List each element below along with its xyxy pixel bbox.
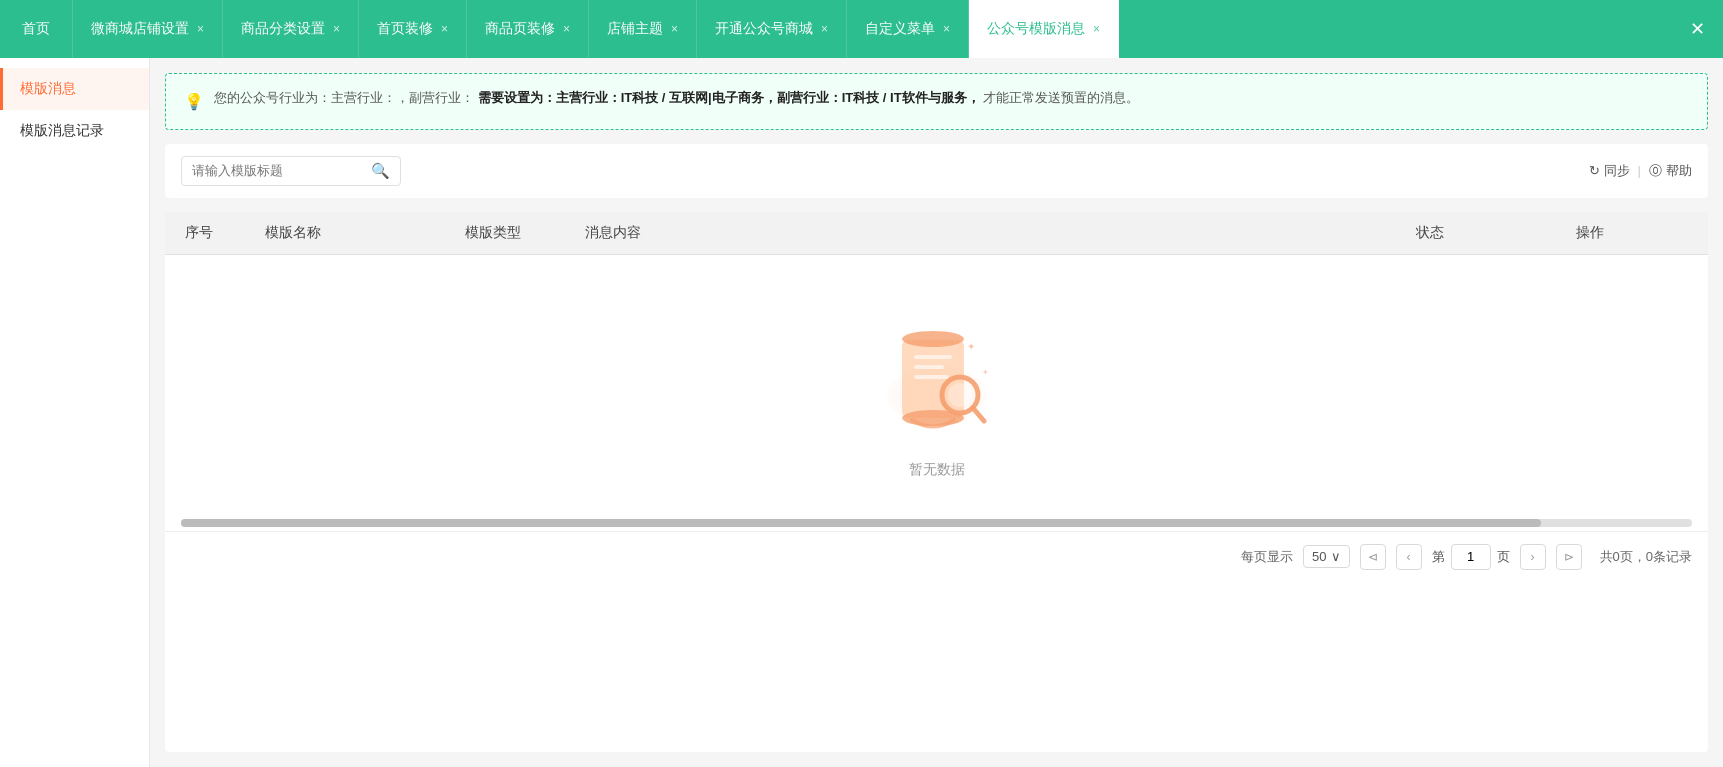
- svg-rect-5: [914, 365, 944, 369]
- help-label: 帮助: [1666, 162, 1692, 180]
- last-page-button[interactable]: ⊳: [1556, 544, 1582, 570]
- search-input[interactable]: [192, 163, 371, 178]
- sidebar-item-template-msg[interactable]: 模版消息: [0, 68, 149, 110]
- tab-label: 商品分类设置: [241, 20, 325, 38]
- total-info: 共0页，0条记录: [1600, 548, 1692, 566]
- tab-item-home[interactable]: 首页: [0, 0, 73, 58]
- col-header-content: 消息内容: [581, 224, 1412, 242]
- search-input-wrapper[interactable]: 🔍: [181, 156, 401, 186]
- tab-item-store-theme[interactable]: 店铺主题 ×: [589, 0, 697, 58]
- first-page-button[interactable]: ⊲: [1360, 544, 1386, 570]
- page-size-label: 每页显示: [1241, 548, 1293, 566]
- search-left: 🔍: [181, 156, 401, 186]
- sidebar-item-template-msg-record[interactable]: 模版消息记录: [0, 110, 149, 152]
- col-header-action: 操作: [1572, 224, 1692, 242]
- sync-icon: ↻: [1589, 163, 1600, 178]
- svg-rect-6: [914, 375, 949, 379]
- sync-button[interactable]: ↻ 同步: [1589, 162, 1630, 180]
- divider: |: [1638, 163, 1641, 178]
- scroll-track[interactable]: [181, 519, 1692, 527]
- col-header-type: 模版类型: [461, 224, 581, 242]
- pagination-area: 每页显示 50 ∨ ⊲ ‹ 第 页 › ⊳ 共0页，0条记录: [165, 531, 1708, 582]
- col-header-seq: 序号: [181, 224, 261, 242]
- svg-rect-4: [914, 355, 952, 359]
- tab-label: 首页装修: [377, 20, 433, 38]
- tab-close-icon[interactable]: ×: [441, 22, 448, 36]
- content-area: 💡 您的公众号行业为：主营行业：，副营行业： 需要设置为：主营行业：IT科技 /…: [150, 58, 1723, 767]
- tab-item-custom-menu[interactable]: 自定义菜单 ×: [847, 0, 969, 58]
- prev-page-button[interactable]: ‹: [1396, 544, 1422, 570]
- tab-item-template-msg[interactable]: 公众号模版消息 ×: [969, 0, 1119, 58]
- search-button[interactable]: 🔍: [371, 162, 390, 180]
- page-label-suffix: 页: [1497, 548, 1510, 566]
- help-icon: ⓪: [1649, 162, 1662, 180]
- notice-icon: 💡: [184, 89, 204, 115]
- svg-text:✦: ✦: [982, 368, 989, 377]
- tab-label: 微商城店铺设置: [91, 20, 189, 38]
- tab-close-icon[interactable]: ×: [821, 22, 828, 36]
- tab-bar: 首页微商城店铺设置×商品分类设置×首页装修×商品页装修×店铺主题×开通公众号商城…: [0, 0, 1723, 58]
- tab-label: 首页: [22, 20, 50, 38]
- close-all-button[interactable]: ✕: [1672, 0, 1723, 58]
- tab-label: 公众号模版消息: [987, 20, 1085, 38]
- sidebar: 模版消息模版消息记录: [0, 58, 150, 767]
- search-bar: 🔍 ↻ 同步 | ⓪ 帮助: [165, 144, 1708, 198]
- tab-item-micro-shop[interactable]: 微商城店铺设置 ×: [73, 0, 223, 58]
- table-header: 序号模版名称模版类型消息内容状态操作: [165, 212, 1708, 255]
- col-header-status: 状态: [1412, 224, 1572, 242]
- page-input-wrap: 第 页: [1432, 544, 1510, 570]
- help-button[interactable]: ⓪ 帮助: [1649, 162, 1692, 180]
- page-input[interactable]: [1451, 544, 1491, 570]
- svg-text:✦: ✦: [967, 341, 975, 352]
- tab-item-product-decor[interactable]: 商品页装修 ×: [467, 0, 589, 58]
- tab-item-homepage-decor[interactable]: 首页装修 ×: [359, 0, 467, 58]
- scroll-thumb: [181, 519, 1541, 527]
- page-size-value: 50: [1312, 549, 1326, 564]
- empty-text: 暂无数据: [909, 461, 965, 479]
- page-size-select[interactable]: 50 ∨: [1303, 545, 1349, 568]
- tab-label: 开通公众号商城: [715, 20, 813, 38]
- notice-box: 💡 您的公众号行业为：主营行业：，副营行业： 需要设置为：主营行业：IT科技 /…: [165, 73, 1708, 130]
- tab-close-icon[interactable]: ×: [943, 22, 950, 36]
- tab-label: 商品页装修: [485, 20, 555, 38]
- page-size-chevron: ∨: [1331, 549, 1341, 564]
- tab-label: 自定义菜单: [865, 20, 935, 38]
- col-header-name: 模版名称: [261, 224, 461, 242]
- tab-close-icon[interactable]: ×: [1093, 22, 1100, 36]
- tab-item-open-mp[interactable]: 开通公众号商城 ×: [697, 0, 847, 58]
- tab-item-category[interactable]: 商品分类设置 ×: [223, 0, 359, 58]
- sync-label: 同步: [1604, 162, 1630, 180]
- page-label-prefix: 第: [1432, 548, 1445, 566]
- tab-close-icon[interactable]: ×: [671, 22, 678, 36]
- tab-label: 店铺主题: [607, 20, 663, 38]
- tab-close-icon[interactable]: ×: [563, 22, 570, 36]
- table-empty: ✦ ✦ 暂无数据: [165, 255, 1708, 519]
- search-right: ↻ 同步 | ⓪ 帮助: [1589, 162, 1692, 180]
- next-page-button[interactable]: ›: [1520, 544, 1546, 570]
- tab-close-icon[interactable]: ×: [197, 22, 204, 36]
- notice-text: 您的公众号行业为：主营行业：，副营行业： 需要设置为：主营行业：IT科技 / 互…: [214, 88, 1139, 109]
- table-container: 序号模版名称模版类型消息内容状态操作: [165, 212, 1708, 752]
- svg-point-8: [948, 383, 972, 407]
- tab-close-icon[interactable]: ×: [333, 22, 340, 36]
- svg-point-2: [902, 331, 964, 347]
- main-layout: 模版消息模版消息记录 💡 您的公众号行业为：主营行业：，副营行业： 需要设置为：…: [0, 58, 1723, 767]
- empty-illustration: ✦ ✦: [872, 315, 1002, 445]
